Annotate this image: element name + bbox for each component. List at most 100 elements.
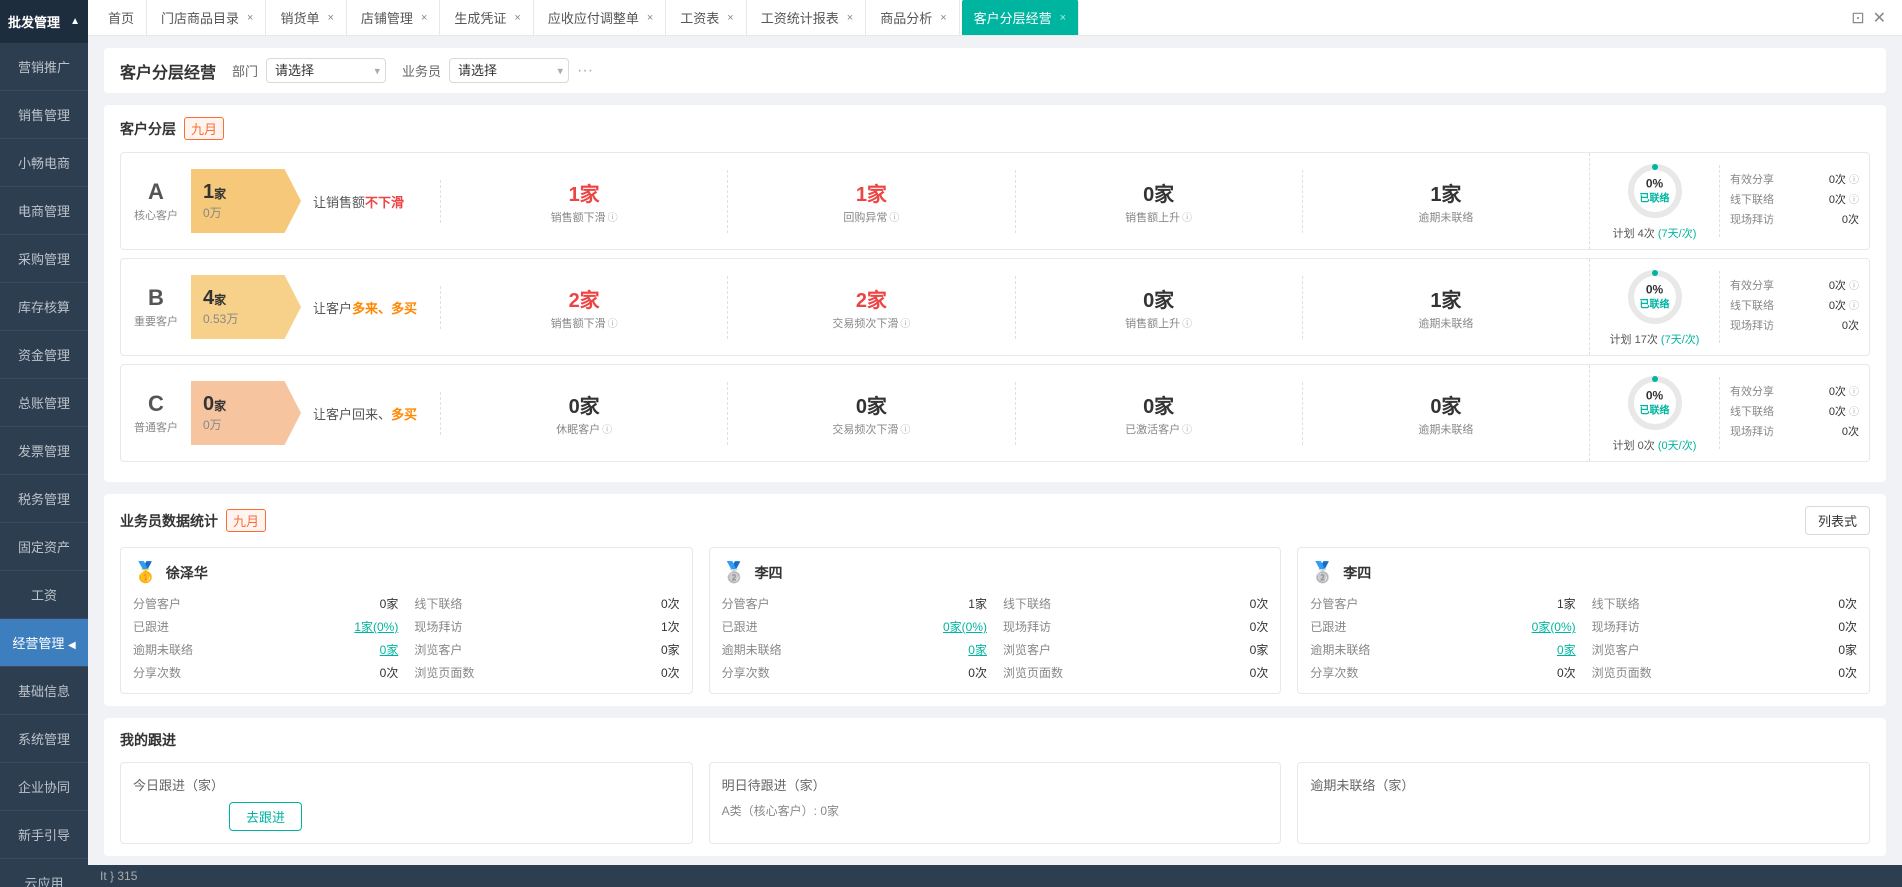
tab-store-products[interactable]: 门店商品目录 × — [149, 0, 266, 36]
sidebar-item-xiaoshou[interactable]: 销售管理 — [0, 91, 88, 139]
goto-follow-button[interactable]: 去跟进 — [229, 802, 302, 831]
filter-more-icon[interactable]: ··· — [577, 62, 593, 80]
biz-cards-grid: 🥇 徐泽华 分管客户 0家 线下联络 0次 已跟进 — [120, 547, 1870, 694]
tab-customer-tier-close[interactable]: × — [1060, 12, 1066, 24]
sidebar-item-jingying[interactable]: 经营管理 ◀ — [0, 619, 88, 667]
biz-stats-month: 九月 — [226, 509, 266, 532]
tier-B-stat-3[interactable]: 0家 销售额上升 ⓘ — [1016, 276, 1303, 339]
tab-voucher-close[interactable]: × — [514, 12, 520, 24]
biz-card-1-name: 李四 — [755, 563, 783, 583]
tier-A-slogan: 让销售额不下滑 — [301, 180, 441, 223]
follow-tomorrow-title: 明日待跟进（家） — [722, 775, 1269, 794]
dept-select[interactable]: 请选择 — [266, 58, 386, 83]
sidebar: 批发管理 ▲ 营销推广 销售管理 小畅电商 电商管理 采购管理 库存核算 资金管… — [0, 0, 88, 887]
tab-store-mgmt[interactable]: 店铺管理 × — [349, 0, 440, 36]
sidebar-item-yun[interactable]: 云应用 — [0, 859, 88, 887]
tier-C-stat-4[interactable]: 0家 逾期未联络 — [1303, 382, 1589, 445]
follow-card-today: 今日跟进（家） 去跟进 — [120, 762, 693, 844]
biz-stat-row: 浏览页面数 0次 — [1003, 664, 1268, 681]
customer-tier-title: 客户分层 — [120, 119, 176, 139]
staff-select[interactable]: 请选择 — [449, 58, 569, 83]
sidebar-item-gongzi[interactable]: 工资 — [0, 571, 88, 619]
biz-stat-row: 已跟进 0家(0%) — [722, 618, 987, 635]
tier-B-label: B 重要客户 — [121, 269, 191, 345]
biz-stat-row: 分管客户 1家 — [1310, 595, 1575, 612]
biz-stat-row: 现场拜访 0次 — [1003, 618, 1268, 635]
tab-sales-order-close[interactable]: × — [327, 12, 333, 24]
tab-receivable[interactable]: 应收应付调整单 × — [536, 0, 666, 36]
tier-C-stat-3[interactable]: 0家 已激活客户 ⓘ — [1016, 382, 1303, 445]
biz-stat-row: 分享次数 0次 — [133, 664, 398, 681]
biz-stat-row: 线下联络 0次 — [1003, 595, 1268, 612]
sidebar-item-dianshang[interactable]: 电商管理 — [0, 187, 88, 235]
sidebar-brand[interactable]: 批发管理 ▲ — [0, 0, 88, 43]
tab-voucher[interactable]: 生成凭证 × — [442, 0, 533, 36]
follow-overdue-title: 逾期未联络（家） — [1310, 775, 1857, 794]
sidebar-item-qiye[interactable]: 企业协同 — [0, 763, 88, 811]
tier-B-right-stats: 有效分享 0次 ⓘ 线下联络 0次 ⓘ 现场拜访 0次 — [1719, 271, 1869, 343]
content-area: 客户分层经营 部门 请选择 业务员 请选择 ··· — [88, 36, 1902, 865]
tier-C-count[interactable]: 0家 0万 — [191, 381, 301, 445]
maximize-icon[interactable]: ⊡ — [1851, 8, 1864, 28]
biz-stat-row: 浏览客户 0家 — [1592, 641, 1857, 658]
tier-A-circle: 0% 已联络 计划 4次 (7天/次) — [1589, 153, 1719, 249]
tab-payroll-close[interactable]: × — [727, 12, 733, 24]
biz-card-0-name: 徐泽华 — [166, 563, 208, 583]
biz-stat-row: 分管客户 0家 — [133, 595, 398, 612]
tab-sales-order[interactable]: 销货单 × — [268, 0, 346, 36]
tab-payroll-stats[interactable]: 工资统计报表 × — [749, 0, 866, 36]
tier-C-stat-1[interactable]: 0家 休眠客户 ⓘ — [441, 382, 728, 445]
tab-home[interactable]: 首页 — [96, 0, 147, 36]
list-view-button[interactable]: 列表式 — [1805, 506, 1870, 535]
dept-select-wrapper: 请选择 — [266, 58, 386, 83]
sidebar-item-gudingzichan[interactable]: 固定资产 — [0, 523, 88, 571]
tier-A-stat-2[interactable]: 1家 回购异常 ⓘ — [728, 170, 1015, 233]
sidebar-item-xinshou[interactable]: 新手引导 — [0, 811, 88, 859]
sidebar-item-xiaodian[interactable]: 小畅电商 — [0, 139, 88, 187]
biz-stat-row: 线下联络 0次 — [1592, 595, 1857, 612]
biz-stat-row: 逾期未联络 0家 — [722, 641, 987, 658]
sidebar-item-yingxiao[interactable]: 营销推广 — [0, 43, 88, 91]
sidebar-item-caigou[interactable]: 采购管理 — [0, 235, 88, 283]
staff-select-wrapper: 请选择 — [449, 58, 569, 83]
sidebar-item-zijin[interactable]: 资金管理 — [0, 331, 88, 379]
tab-store-products-close[interactable]: × — [247, 12, 253, 24]
biz-stat-row: 分享次数 0次 — [722, 664, 987, 681]
tab-actions: ⊡ ✕ — [1843, 8, 1894, 28]
tab-payroll[interactable]: 工资表 × — [668, 0, 746, 36]
follow-header: 我的跟进 — [120, 730, 1870, 750]
tab-payroll-stats-close[interactable]: × — [847, 12, 853, 24]
tier-A-stat-4[interactable]: 1家 逾期未联络 — [1303, 170, 1589, 233]
tier-B-count[interactable]: 4家 0.53万 — [191, 275, 301, 339]
tier-B-stat-4[interactable]: 1家 逾期未联络 — [1303, 276, 1589, 339]
page-header: 客户分层经营 部门 请选择 业务员 请选择 ··· — [104, 48, 1886, 93]
tab-customer-tier[interactable]: 客户分层经营 × — [962, 0, 1079, 36]
tier-A-count[interactable]: 1家 0万 — [191, 169, 301, 233]
sidebar-item-kucun[interactable]: 库存核算 — [0, 283, 88, 331]
tab-receivable-close[interactable]: × — [647, 12, 653, 24]
biz-stat-row: 线下联络 0次 — [414, 595, 679, 612]
customer-tier-month: 九月 — [184, 117, 224, 140]
sidebar-item-zhangzhang[interactable]: 总账管理 — [0, 379, 88, 427]
tab-store-mgmt-close[interactable]: × — [421, 12, 427, 24]
sidebar-item-xitong[interactable]: 系统管理 — [0, 715, 88, 763]
biz-card-1: 🥈 李四 分管客户 1家 线下联络 0次 已跟进 — [709, 547, 1282, 694]
biz-stat-row: 浏览页面数 0次 — [1592, 664, 1857, 681]
biz-stat-row: 已跟进 1家(0%) — [133, 618, 398, 635]
tier-C-label: C 普通客户 — [121, 375, 191, 451]
tier-A-stat-3[interactable]: 0家 销售额上升 ⓘ — [1016, 170, 1303, 233]
status-text: It } 315 — [100, 869, 137, 883]
tab-product-analysis-close[interactable]: × — [940, 12, 946, 24]
tier-A-stat-1[interactable]: 1家 销售额下滑 ⓘ — [441, 170, 728, 233]
sidebar-collapse-icon: ▲ — [70, 16, 80, 27]
close-icon[interactable]: ✕ — [1873, 8, 1886, 28]
sidebar-item-shuiwu[interactable]: 税务管理 — [0, 475, 88, 523]
tier-C-stat-2[interactable]: 0家 交易频次下滑 ⓘ — [728, 382, 1015, 445]
status-bar: It } 315 — [88, 865, 1902, 887]
tier-B-stat-2[interactable]: 2家 交易频次下滑 ⓘ — [728, 276, 1015, 339]
tab-product-analysis[interactable]: 商品分析 × — [868, 0, 959, 36]
sidebar-item-jichu[interactable]: 基础信息 — [0, 667, 88, 715]
sidebar-item-fapiao[interactable]: 发票管理 — [0, 427, 88, 475]
dept-label: 部门 — [232, 61, 258, 80]
tier-B-stat-1[interactable]: 2家 销售额下滑 ⓘ — [441, 276, 728, 339]
